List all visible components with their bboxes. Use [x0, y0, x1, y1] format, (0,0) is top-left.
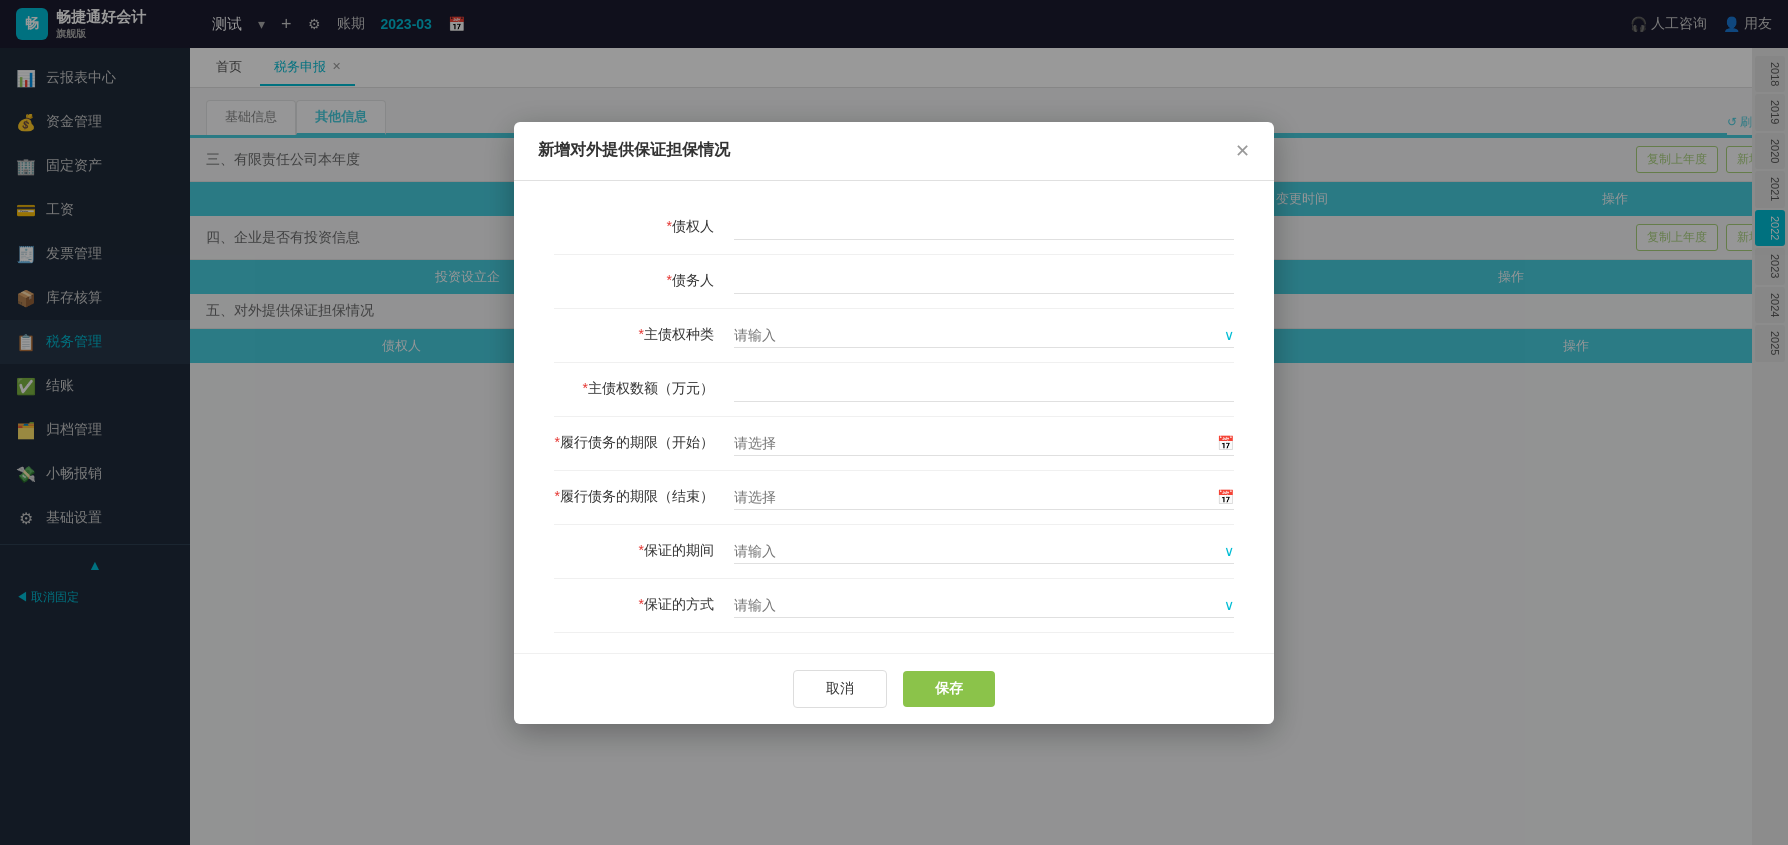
input-creditor[interactable]	[734, 215, 1234, 240]
label-claim-amount: *主债权数额（万元）	[554, 380, 714, 398]
chevron-icon-guarantee-period[interactable]: ∨	[1224, 543, 1234, 559]
input-claim-amount[interactable]	[734, 377, 1234, 402]
input-period-start[interactable]	[734, 435, 1217, 451]
form-row-creditor: *债权人	[554, 201, 1234, 255]
modal-overlay: 新增对外提供保证担保情况 ✕ *债权人 *债务人 *	[0, 0, 1788, 845]
form-row-guarantee-period: *保证的期间 ∨	[554, 525, 1234, 579]
label-guarantee-period: *保证的期间	[554, 542, 714, 560]
select-wrapper-guarantee-period: ∨	[734, 539, 1234, 564]
calendar-icon-period-start[interactable]: 📅	[1217, 435, 1234, 451]
calendar-icon-period-end[interactable]: 📅	[1217, 489, 1234, 505]
modal-body: *债权人 *债务人 *主债权种类 ∨	[514, 181, 1274, 653]
save-button[interactable]: 保存	[903, 671, 995, 707]
label-period-end: *履行债务的期限（结束）	[554, 488, 714, 506]
label-claim-type: *主债权种类	[554, 326, 714, 344]
input-guarantee-period[interactable]	[734, 543, 1224, 559]
chevron-icon-guarantee-method[interactable]: ∨	[1224, 597, 1234, 613]
modal-header: 新增对外提供保证担保情况 ✕	[514, 122, 1274, 181]
label-guarantee-method: *保证的方式	[554, 596, 714, 614]
input-guarantee-method[interactable]	[734, 597, 1224, 613]
modal-title: 新增对外提供保证担保情况	[538, 140, 730, 161]
label-debtor: *债务人	[554, 272, 714, 290]
label-creditor: *债权人	[554, 218, 714, 236]
cancel-button[interactable]: 取消	[793, 670, 887, 708]
select-wrapper-claim-type: ∨	[734, 323, 1234, 348]
select-wrapper-guarantee-method: ∨	[734, 593, 1234, 618]
form-row-claim-amount: *主债权数额（万元）	[554, 363, 1234, 417]
input-period-end[interactable]	[734, 489, 1217, 505]
modal-footer: 取消 保存	[514, 653, 1274, 724]
form-row-period-start: *履行债务的期限（开始） 📅	[554, 417, 1234, 471]
modal-dialog: 新增对外提供保证担保情况 ✕ *债权人 *债务人 *	[514, 122, 1274, 724]
form-row-debtor: *债务人	[554, 255, 1234, 309]
select-wrapper-period-end: 📅	[734, 485, 1234, 510]
input-debtor[interactable]	[734, 269, 1234, 294]
form-row-period-end: *履行债务的期限（结束） 📅	[554, 471, 1234, 525]
input-claim-type[interactable]	[734, 327, 1224, 343]
select-wrapper-period-start: 📅	[734, 431, 1234, 456]
chevron-icon-claim-type[interactable]: ∨	[1224, 327, 1234, 343]
modal-close-btn[interactable]: ✕	[1235, 140, 1250, 162]
form-row-guarantee-method: *保证的方式 ∨	[554, 579, 1234, 633]
label-period-start: *履行债务的期限（开始）	[554, 434, 714, 452]
form-row-claim-type: *主债权种类 ∨	[554, 309, 1234, 363]
